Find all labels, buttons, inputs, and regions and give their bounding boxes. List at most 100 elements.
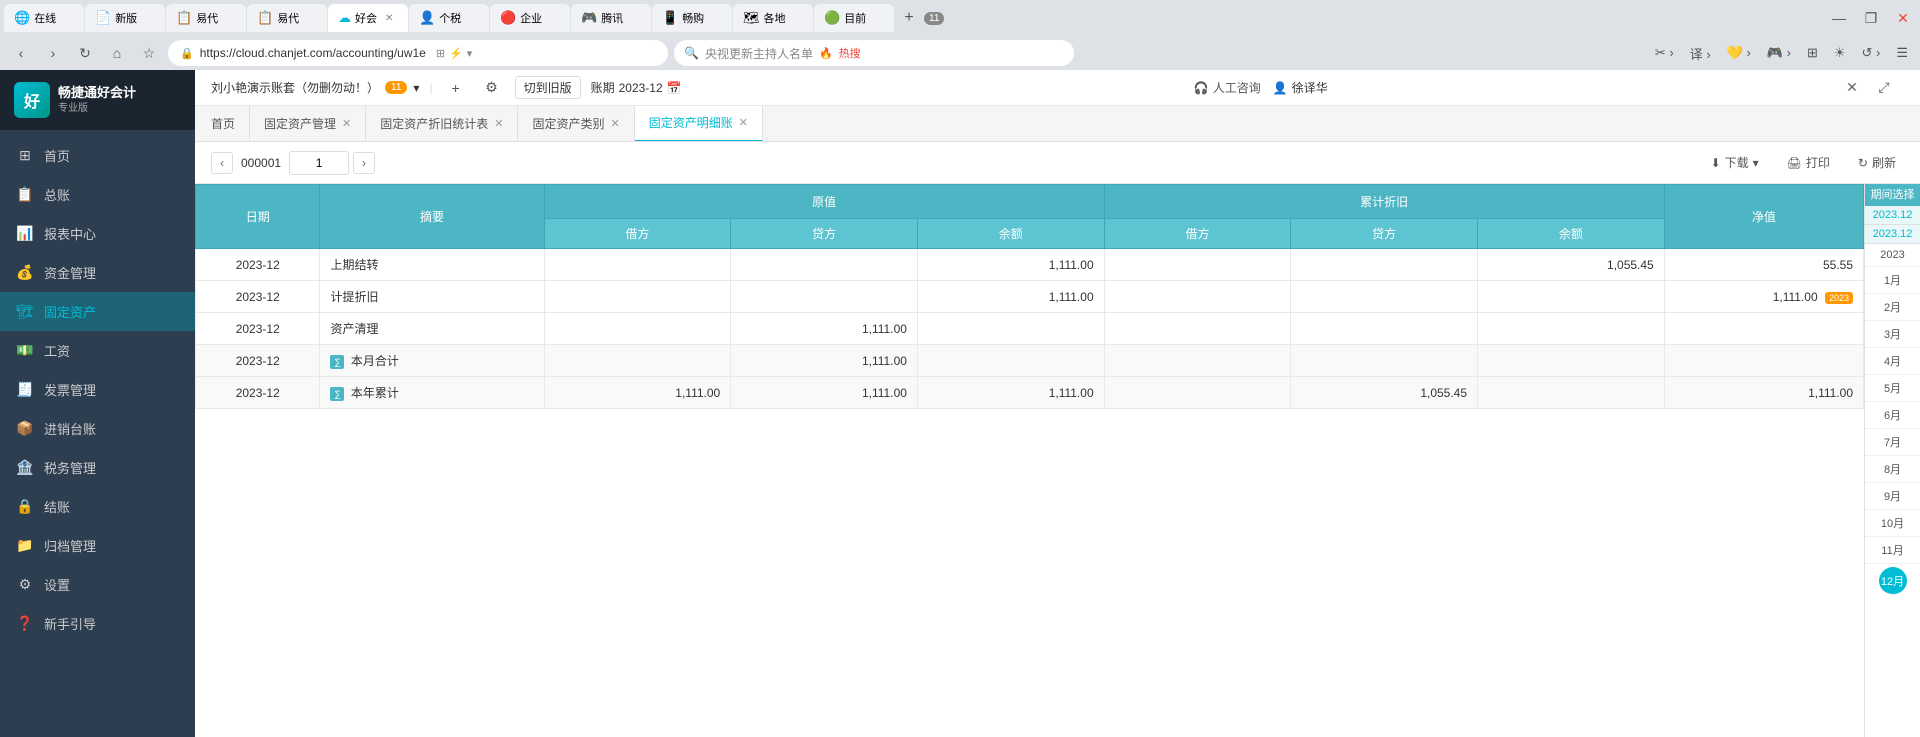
restore-button[interactable]: ❐ bbox=[1858, 5, 1884, 31]
tab-close-haohui[interactable]: ✕ bbox=[385, 13, 393, 24]
cell-dep-debit-2 bbox=[1104, 281, 1291, 313]
period-month-12[interactable]: 12月 bbox=[1879, 567, 1907, 595]
brightness-icon[interactable]: ☀ bbox=[1830, 43, 1850, 63]
close-browser-button[interactable]: ✕ bbox=[1890, 5, 1916, 31]
sidebar-item-guide[interactable]: ❓ 新手引导 bbox=[0, 604, 195, 643]
browser-tab-yidai2[interactable]: 📋 易代 bbox=[247, 4, 327, 32]
page-tab-fixed-asset-mgmt[interactable]: 固定资产管理 ✕ bbox=[250, 106, 366, 142]
browser-tab-haohui[interactable]: ☁ 好会 ✕ bbox=[328, 4, 408, 32]
settings-small-button[interactable]: ⚙ bbox=[479, 75, 505, 101]
period-panel-header: 期间选择 bbox=[1865, 184, 1920, 206]
sidebar-item-stockledger[interactable]: 📦 进销台账 bbox=[0, 409, 195, 448]
tab-close-asset-detail[interactable]: ✕ bbox=[739, 116, 748, 129]
period-month-10[interactable]: 10月 bbox=[1865, 510, 1920, 537]
refresh-icon: ↻ bbox=[1858, 156, 1868, 170]
period-month-6[interactable]: 6月 bbox=[1865, 402, 1920, 429]
cell-date-4: 2023-12 bbox=[196, 345, 320, 377]
cell-dep-balance-2 bbox=[1478, 281, 1665, 313]
download-button[interactable]: ⬇ 下载 ▾ bbox=[1703, 150, 1767, 175]
address-bar[interactable]: 🔒 https://cloud.chanjet.com/accounting/u… bbox=[168, 40, 668, 66]
browser-tab-tengxun[interactable]: 🎮 腾讯 bbox=[571, 4, 651, 32]
cell-dep-debit-5 bbox=[1104, 377, 1291, 409]
expand-button[interactable]: ⤢ bbox=[1872, 76, 1896, 100]
add-account-button[interactable]: + bbox=[443, 75, 469, 101]
tab-bar: 🌐 在线 📄 新版 📋 易代 📋 易代 ☁ 好会 ✕ 👤 个税 bbox=[0, 0, 1920, 36]
ledger-table: 日期 摘要 原值 累计折旧 净值 借方 贷方 余额 借方 bbox=[195, 184, 1864, 409]
browser-tab-xinban[interactable]: 📄 新版 bbox=[85, 4, 165, 32]
period-month-3[interactable]: 3月 bbox=[1865, 321, 1920, 348]
sidebar-item-funds[interactable]: 💰 资金管理 bbox=[0, 253, 195, 292]
bookmark-button[interactable]: ☆ bbox=[136, 40, 162, 66]
username-label: 徐译华 bbox=[1292, 79, 1328, 96]
top-bar: 刘小艳演示账套（勿删勿动！） 11 ▾ | + ⚙ 切到旧版 账期 2023-1… bbox=[195, 70, 1920, 106]
page-tab-asset-detail[interactable]: 固定资产明细账 ✕ bbox=[635, 106, 763, 142]
wallet-icon[interactable]: 💛 › bbox=[1723, 43, 1755, 63]
sidebar-item-payroll[interactable]: 💵 工资 bbox=[0, 331, 195, 370]
switch-version-button[interactable]: 切到旧版 bbox=[515, 76, 581, 99]
page-number-input[interactable] bbox=[289, 151, 349, 175]
print-label: 打印 bbox=[1806, 154, 1830, 171]
period-month-7[interactable]: 7月 bbox=[1865, 429, 1920, 456]
browser-tab-changgou[interactable]: 📱 畅购 bbox=[652, 4, 732, 32]
sidebar-item-reports[interactable]: 📊 报表中心 bbox=[0, 214, 195, 253]
calendar-icon[interactable]: 📅 bbox=[667, 81, 682, 95]
period-month-1[interactable]: 1月 bbox=[1865, 267, 1920, 294]
period-month-2[interactable]: 2月 bbox=[1865, 294, 1920, 321]
sidebar-item-home[interactable]: ⊞ 首页 bbox=[0, 136, 195, 175]
translate-icon[interactable]: 译 › bbox=[1686, 42, 1715, 65]
forward-button[interactable]: › bbox=[40, 40, 66, 66]
browser-tab-muqian[interactable]: 🟢 目前 bbox=[814, 4, 894, 32]
minimize-button[interactable]: — bbox=[1826, 5, 1852, 31]
tab-close-asset-mgmt[interactable]: ✕ bbox=[342, 117, 351, 130]
browser-tab-qiye[interactable]: 🔴 企业 bbox=[490, 4, 570, 32]
home-button[interactable]: ⌂ bbox=[104, 40, 130, 66]
search-placeholder-text: 央视更新主持人名单 bbox=[705, 45, 813, 62]
new-tab-button[interactable]: + bbox=[895, 4, 923, 32]
close-tab-button[interactable]: ✕ bbox=[1840, 76, 1864, 100]
right-actions: ⬇ 下载 ▾ 🖨 打印 ↻ 刷新 bbox=[1703, 150, 1904, 175]
browser-tab-geshui[interactable]: 👤 个税 bbox=[409, 4, 489, 32]
menu-icon[interactable]: ☰ bbox=[1892, 43, 1912, 63]
sidebar-label-ledger: 总账 bbox=[44, 185, 70, 204]
dropdown-icon: ▾ bbox=[413, 81, 419, 95]
back-button[interactable]: ‹ bbox=[8, 40, 34, 66]
scissors-icon[interactable]: ✂ › bbox=[1651, 43, 1678, 63]
history-icon[interactable]: ↺ › bbox=[1858, 43, 1885, 63]
service-button[interactable]: 🎧 人工咨询 bbox=[1194, 79, 1261, 96]
reload-button[interactable]: ↻ bbox=[72, 40, 98, 66]
page-tab-home[interactable]: 首页 bbox=[211, 106, 250, 142]
period-month-4[interactable]: 4月 bbox=[1865, 348, 1920, 375]
browser-tab-gedi[interactable]: 🗺 各地 bbox=[733, 4, 813, 32]
game-icon[interactable]: 🎮 › bbox=[1763, 43, 1795, 63]
sidebar-item-archive[interactable]: 📁 归档管理 bbox=[0, 526, 195, 565]
user-avatar-button[interactable]: 👤 徐译华 bbox=[1273, 79, 1328, 96]
period-month-8[interactable]: 8月 bbox=[1865, 456, 1920, 483]
page-tab-depreciation-table[interactable]: 固定资产折旧统计表 ✕ bbox=[366, 106, 518, 142]
user-info[interactable]: 刘小艳演示账套（勿删勿动！） 11 ▾ bbox=[211, 79, 419, 96]
cell-orig-credit-4: 1,111.00 bbox=[731, 345, 918, 377]
sidebar-item-fixed-assets[interactable]: 🏗 固定资产 bbox=[0, 292, 195, 331]
period-year[interactable]: 2023 bbox=[1865, 244, 1920, 267]
browser-tab-online[interactable]: 🌐 在线 bbox=[4, 4, 84, 32]
sidebar-item-invoice[interactable]: 🧾 发票管理 bbox=[0, 370, 195, 409]
period-month-9[interactable]: 9月 bbox=[1865, 483, 1920, 510]
sidebar-item-tax[interactable]: 🏦 税务管理 bbox=[0, 448, 195, 487]
sidebar-item-ledger[interactable]: 📋 总账 bbox=[0, 175, 195, 214]
refresh-button[interactable]: ↻ 刷新 bbox=[1850, 150, 1904, 175]
sidebar-item-settings[interactable]: ⚙ 设置 bbox=[0, 565, 195, 604]
tab-close-dep-table[interactable]: ✕ bbox=[494, 117, 503, 130]
topbar-divider1: | bbox=[429, 81, 432, 95]
sidebar-item-closing[interactable]: 🔒 结账 bbox=[0, 487, 195, 526]
prev-page-button[interactable]: ‹ bbox=[211, 152, 233, 174]
browser-tab-yidai1[interactable]: 📋 易代 bbox=[166, 4, 246, 32]
search-bar[interactable]: 🔍 央视更新主持人名单 🔥 热搜 bbox=[674, 40, 1074, 66]
print-button[interactable]: 🖨 打印 bbox=[1779, 150, 1838, 175]
tab-close-asset-category[interactable]: ✕ bbox=[611, 117, 620, 130]
period-month-11[interactable]: 11月 bbox=[1865, 537, 1920, 564]
grid-icon[interactable]: ⊞ bbox=[1803, 43, 1822, 63]
page-tab-asset-category[interactable]: 固定资产类别 ✕ bbox=[518, 106, 634, 142]
cell-orig-debit-2 bbox=[544, 281, 731, 313]
next-page-button[interactable]: › bbox=[353, 152, 375, 174]
user-name: 刘小艳演示账套（勿删勿动！） bbox=[211, 79, 379, 96]
period-month-5[interactable]: 5月 bbox=[1865, 375, 1920, 402]
